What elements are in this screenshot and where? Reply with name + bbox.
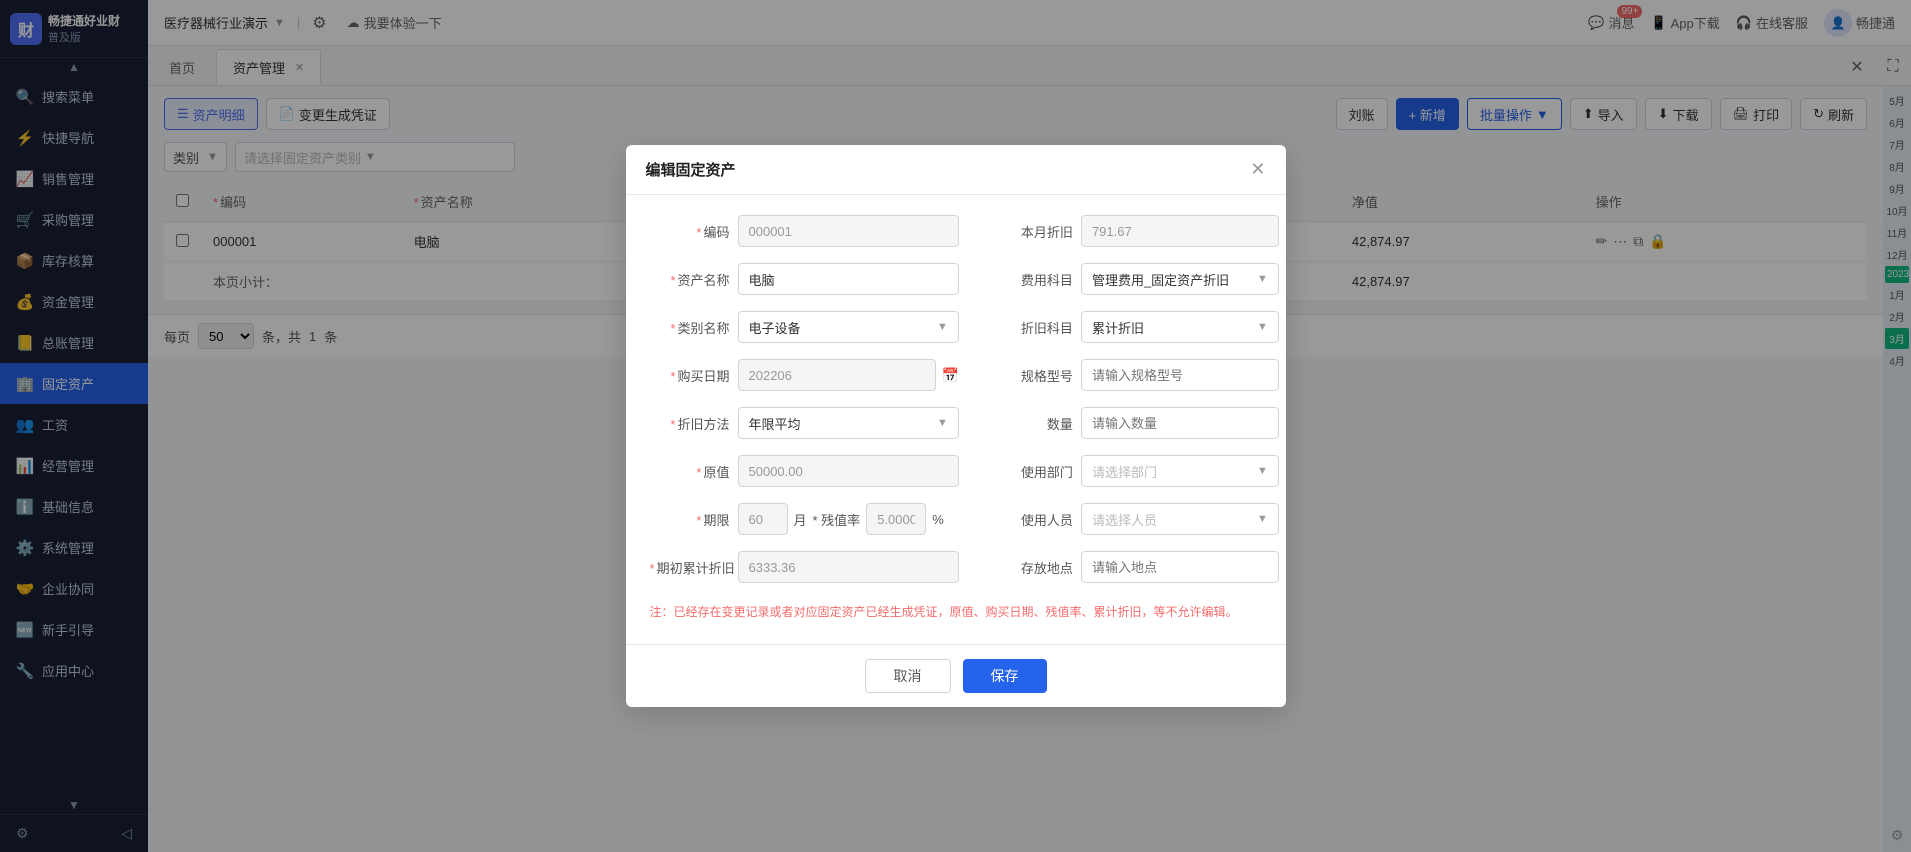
location-label: 存放地点	[983, 558, 1073, 577]
period-unit: 月	[794, 510, 807, 529]
location-input[interactable]	[1081, 551, 1279, 583]
residual-rate-input[interactable]	[866, 503, 926, 535]
department-label: 使用部门	[983, 462, 1073, 481]
purchase-date-label: *购买日期	[650, 366, 730, 385]
category-label: *类别名称	[650, 318, 730, 337]
user-label: 使用人员	[983, 510, 1073, 529]
form-row-quantity: 数量	[983, 407, 1279, 439]
form-row-department: 使用部门 请选择部门 ▼	[983, 455, 1279, 487]
residual-rate-unit: %	[932, 512, 944, 527]
form-row-initial-dep: *期初累计折旧	[650, 551, 959, 583]
initial-dep-label: *期初累计折旧	[650, 558, 730, 577]
dep-subject-label: 折旧科目	[983, 318, 1073, 337]
modal-header: 编辑固定资产 ✕	[626, 145, 1286, 195]
modal-footer: 取消 保存	[626, 644, 1286, 707]
form-row-original-value: *原值	[650, 455, 959, 487]
quantity-input[interactable]	[1081, 407, 1279, 439]
edit-asset-modal: 编辑固定资产 ✕ *编码 本月折旧 *资产名称	[626, 145, 1286, 707]
calendar-icon[interactable]: 📅	[942, 367, 959, 384]
cancel-button[interactable]: 取消	[865, 659, 951, 693]
save-button[interactable]: 保存	[963, 659, 1047, 693]
category-select[interactable]: 电子设备 ▼	[738, 311, 959, 343]
form-row-category: *类别名称 电子设备 ▼	[650, 311, 959, 343]
form-row-spec: 规格型号	[983, 359, 1279, 391]
dep-method-chevron: ▼	[937, 417, 948, 429]
user-placeholder: 请选择人员	[1092, 510, 1157, 529]
quantity-label: 数量	[983, 414, 1073, 433]
modal-overlay: 编辑固定资产 ✕ *编码 本月折旧 *资产名称	[0, 0, 1911, 852]
modal-close-btn[interactable]: ✕	[1250, 159, 1265, 180]
name-input[interactable]	[738, 263, 959, 295]
department-placeholder: 请选择部门	[1092, 462, 1157, 481]
original-value-label: *原值	[650, 462, 730, 481]
spec-input[interactable]	[1081, 359, 1279, 391]
dep-method-label: *折旧方法	[650, 414, 730, 433]
user-chevron: ▼	[1257, 513, 1268, 525]
monthly-dep-label: 本月折旧	[983, 222, 1073, 241]
code-input[interactable]	[738, 215, 959, 247]
monthly-dep-input	[1081, 215, 1279, 247]
spec-label: 规格型号	[983, 366, 1073, 385]
dep-subject-chevron: ▼	[1257, 321, 1268, 333]
form-row-dep-method: *折旧方法 年限平均 ▼	[650, 407, 959, 439]
original-value-input[interactable]	[738, 455, 959, 487]
form-row-expense-subject: 费用科目 管理费用_固定资产折旧 ▼	[983, 263, 1279, 295]
dep-method-select[interactable]: 年限平均 ▼	[738, 407, 959, 439]
category-chevron: ▼	[937, 321, 948, 333]
category-value: 电子设备	[749, 318, 801, 337]
form-row-dep-subject: 折旧科目 累计折旧 ▼	[983, 311, 1279, 343]
modal-title: 编辑固定资产	[646, 159, 736, 180]
expense-subject-label: 费用科目	[983, 270, 1073, 289]
dep-subject-select[interactable]: 累计折旧 ▼	[1081, 311, 1279, 343]
expense-subject-select[interactable]: 管理费用_固定资产折旧 ▼	[1081, 263, 1279, 295]
department-select[interactable]: 请选择部门 ▼	[1081, 455, 1279, 487]
department-chevron: ▼	[1257, 465, 1268, 477]
form-grid: *编码 本月折旧 *资产名称 费用科目 管理费用_固定资产折旧	[650, 215, 1262, 624]
form-row-user: 使用人员 请选择人员 ▼	[983, 503, 1279, 535]
expense-subject-chevron: ▼	[1257, 273, 1268, 285]
user-select[interactable]: 请选择人员 ▼	[1081, 503, 1279, 535]
dep-method-value: 年限平均	[749, 414, 801, 433]
period-label: *期限	[650, 510, 730, 529]
residual-rate-label: * 残值率	[813, 510, 861, 529]
code-label: *编码	[650, 222, 730, 241]
form-row-code: *编码	[650, 215, 959, 247]
form-row-name: *资产名称	[650, 263, 959, 295]
purchase-date-input[interactable]	[738, 359, 936, 391]
form-row-purchase-date: *购买日期 📅	[650, 359, 959, 391]
initial-dep-input[interactable]	[738, 551, 959, 583]
expense-subject-value: 管理费用_固定资产折旧	[1092, 270, 1229, 289]
form-note: 注：已经存在变更记录或者对应固定资产已经生成凭证，原值、购买日期、残值率、累计折…	[650, 599, 1279, 624]
modal-body: *编码 本月折旧 *资产名称 费用科目 管理费用_固定资产折旧	[626, 195, 1286, 644]
form-row-monthly-dep: 本月折旧	[983, 215, 1279, 247]
dep-subject-value: 累计折旧	[1092, 318, 1144, 337]
form-row-location: 存放地点	[983, 551, 1279, 583]
name-label: *资产名称	[650, 270, 730, 289]
form-row-period: *期限 月 * 残值率 %	[650, 503, 959, 535]
period-input[interactable]	[738, 503, 788, 535]
